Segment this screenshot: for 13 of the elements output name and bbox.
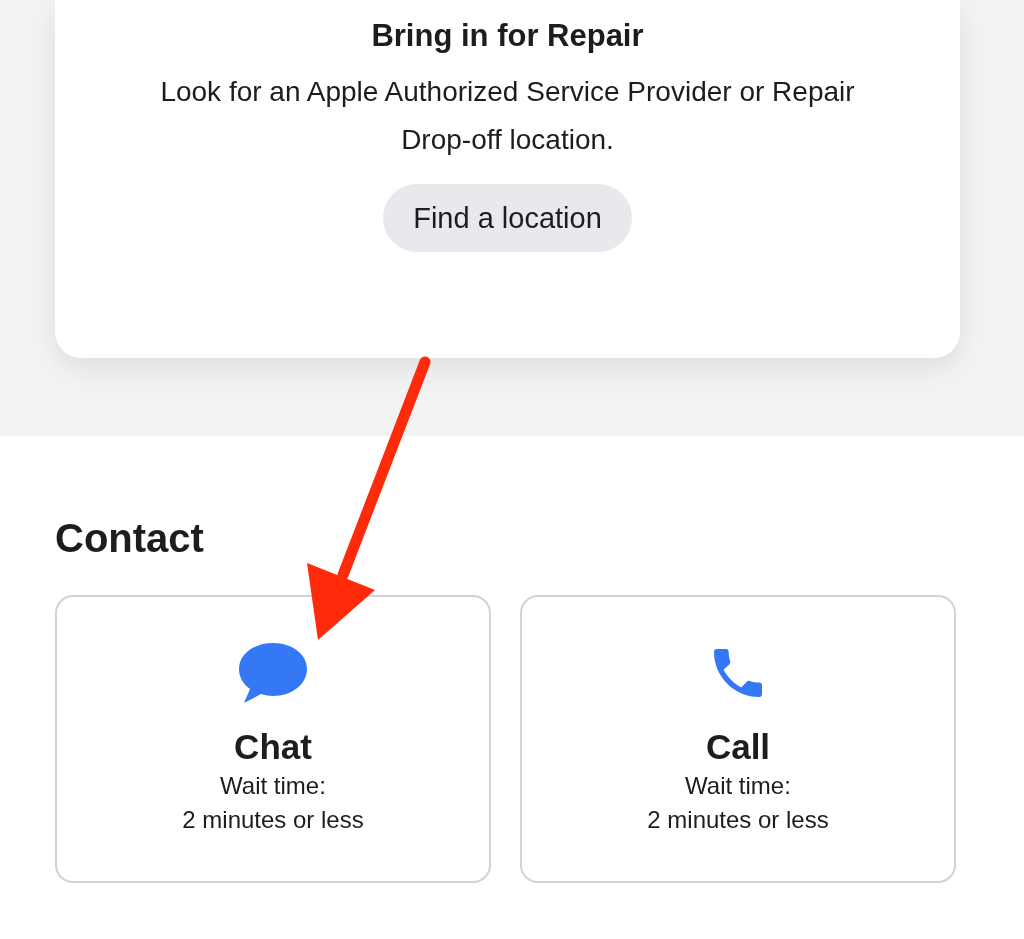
wait-time: 2 minutes or less xyxy=(647,805,829,835)
section-heading: Contact xyxy=(55,515,205,562)
option-title: Chat xyxy=(234,726,312,768)
wait-label: Wait time: xyxy=(220,771,326,801)
contact-option-card[interactable]: Call Wait time: 2 minutes or less xyxy=(520,595,956,883)
wait-time: 2 minutes or less xyxy=(182,805,364,835)
contact-option-card[interactable]: Chat Wait time: 2 minutes or less xyxy=(55,595,491,883)
option-title: Call xyxy=(705,726,771,768)
find-location-button[interactable]: Find a location xyxy=(383,184,632,252)
wait-label: Wait time: xyxy=(685,771,791,801)
card-description: Look for an Apple Authorized Service Provider or Repair Drop-off location. xyxy=(159,75,856,157)
card-title: Bring in for Repair xyxy=(371,17,644,55)
speech-bubble-icon xyxy=(237,641,309,705)
